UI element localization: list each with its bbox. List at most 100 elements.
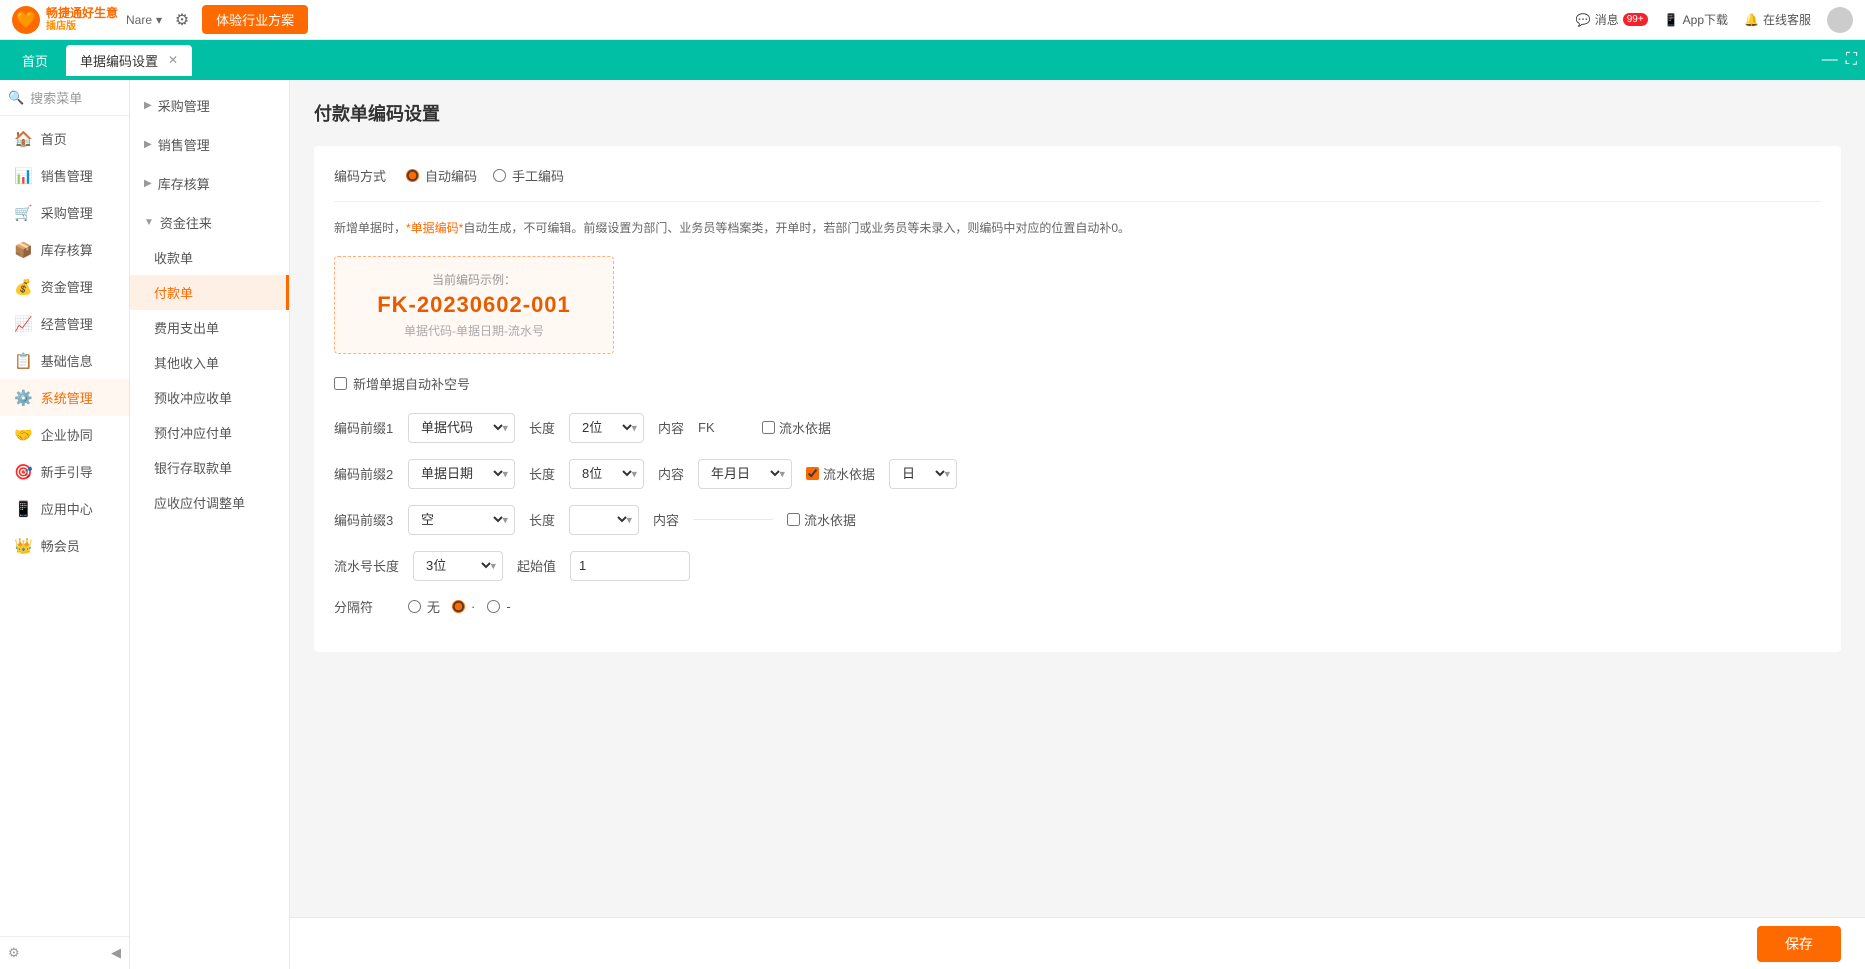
sidebar-item-sales[interactable]: 📊 销售管理	[0, 157, 129, 194]
collapse-icon[interactable]: ◀	[111, 945, 121, 961]
sub-item-payment[interactable]: 付款单	[130, 275, 289, 310]
sub-item-advance-receivable[interactable]: 预收冲应收单	[130, 380, 289, 415]
arrow-right-icon2: ▶	[144, 139, 152, 150]
sidebar-item-inventory[interactable]: 📦 库存核算	[0, 231, 129, 268]
sub-item-other-income[interactable]: 其他收入单	[130, 345, 289, 380]
manual-encode-option[interactable]: 手工编码	[493, 166, 564, 185]
auto-encode-radio[interactable]	[406, 169, 419, 182]
message-badge: 99+	[1623, 13, 1648, 26]
auto-fill-checkbox[interactable]	[334, 377, 347, 390]
settings-icon[interactable]: ⚙	[8, 945, 20, 961]
manual-encode-radio[interactable]	[493, 169, 506, 182]
sub-group-inventory-header[interactable]: ▶ 库存核算	[130, 166, 289, 201]
experience-button[interactable]: 体验行业方案	[202, 5, 308, 34]
prefix1-select[interactable]: 单据代码 部门 业务员 空	[417, 419, 506, 436]
topbar-dropdown[interactable]: Nare ▾	[126, 13, 162, 27]
finance-icon: 💰	[14, 278, 33, 296]
sep-none-option[interactable]: 无	[408, 597, 440, 616]
separator-options: 无 · -	[408, 597, 511, 616]
start-value-input[interactable]	[570, 551, 690, 581]
tab-close-icon[interactable]: ✕	[168, 53, 178, 67]
prefix1-stream-checkbox-label[interactable]: 流水依据	[762, 418, 831, 437]
day-select-wrapper[interactable]: 日 月 年	[889, 459, 957, 489]
apps-icon: 📱	[14, 500, 33, 518]
tab-serial-settings[interactable]: 单据编码设置 ✕	[66, 45, 192, 76]
gear-icon[interactable]: ⚙	[170, 8, 194, 32]
example-label: 当前编码示例：	[355, 271, 593, 288]
prefix2-length-select-wrapper[interactable]: 8位 6位 7位	[569, 459, 644, 489]
sidebar-item-newbie[interactable]: 🎯 新手引导	[0, 453, 129, 490]
prefix1-length-select[interactable]: 2位 3位 4位	[578, 419, 635, 436]
sep-hyphen-label: -	[506, 599, 510, 614]
topbar-left: 🧡 畅捷通好生意 插店版 Nare ▾ ⚙ 体验行业方案	[12, 5, 308, 34]
info-text: 新增单据时，*单据编码*自动生成，不可编辑。前缀设置为部门、业务员等档案类，开单…	[334, 218, 1821, 240]
sub-group-purchase-header[interactable]: ▶ 采购管理	[130, 88, 289, 123]
sep-hyphen-option[interactable]: -	[487, 599, 510, 614]
prefix2-stream-checkbox[interactable]	[806, 467, 819, 480]
message-item[interactable]: 💬 消息 99+	[1576, 11, 1648, 28]
prefix1-length-select-wrapper[interactable]: 2位 3位 4位	[569, 413, 644, 443]
tabbar-expand-icon[interactable]: ⛶	[1846, 51, 1857, 69]
bottom-bar: 保存	[290, 917, 1865, 969]
sub-group-sales-label: 销售管理	[158, 135, 210, 154]
avatar[interactable]	[1827, 7, 1853, 33]
prefix2-length-select[interactable]: 8位 6位 7位	[578, 465, 635, 482]
sub-item-advance-payable[interactable]: 预付冲应付单	[130, 415, 289, 450]
auto-encode-option[interactable]: 自动编码	[406, 166, 477, 185]
prefix3-length-select[interactable]	[578, 511, 630, 528]
sidebar-item-company[interactable]: 🤝 企业协同	[0, 416, 129, 453]
serial-length-select-wrapper[interactable]: 3位 4位 5位 6位	[413, 551, 503, 581]
topbar-controls: Nare ▾ ⚙ 体验行业方案	[126, 5, 308, 34]
topbar-right: 💬 消息 99+ 📱 App下载 🔔 在线客服	[1576, 7, 1853, 33]
sidebar-item-system[interactable]: ⚙️ 系统管理	[0, 379, 129, 416]
save-button[interactable]: 保存	[1757, 926, 1841, 962]
sep-dot-radio[interactable]	[452, 600, 465, 613]
sidebar-item-system-label: 系统管理	[41, 388, 93, 407]
newbie-icon: 🎯	[14, 463, 33, 481]
prefix3-stream-label: 流水依据	[804, 510, 856, 529]
sidebar-search[interactable]: 🔍 搜索菜单	[0, 80, 129, 116]
sep-hyphen-radio[interactable]	[487, 600, 500, 613]
sub-item-receipt[interactable]: 收款单	[130, 240, 289, 275]
prefix3-content-label: 内容	[653, 510, 679, 529]
sub-item-bank-deposit[interactable]: 银行存取款单	[130, 450, 289, 485]
prefix1-stream-checkbox[interactable]	[762, 421, 775, 434]
sidebar-item-operations-label: 经营管理	[41, 314, 93, 333]
prefix2-select-wrapper[interactable]: 单据日期 部门 业务员 空	[408, 459, 515, 489]
prefix3-select[interactable]: 空 单据代码 部门 业务员	[417, 511, 506, 528]
prefix3-stream-checkbox[interactable]	[787, 513, 800, 526]
prefix2-stream-checkbox-label[interactable]: 流水依据	[806, 464, 875, 483]
prefix3-stream-checkbox-label[interactable]: 流水依据	[787, 510, 856, 529]
sub-item-expense[interactable]: 费用支出单	[130, 310, 289, 345]
prefix3-select-wrapper[interactable]: 空 单据代码 部门 业务员	[408, 505, 515, 535]
tabbar-minimize-icon[interactable]: —	[1822, 51, 1838, 69]
sidebar-item-apps[interactable]: 📱 应用中心	[0, 490, 129, 527]
message-icon: 💬	[1576, 13, 1591, 27]
sep-dot-option[interactable]: ·	[452, 599, 475, 614]
app-download-item[interactable]: 📱 App下载	[1664, 11, 1728, 28]
sub-group-capital-header[interactable]: ▼ 资金往来	[130, 205, 289, 240]
prefix2-length-label: 长度	[529, 464, 555, 483]
tab-home[interactable]: 首页	[8, 45, 62, 76]
day-select[interactable]: 日 月 年	[898, 465, 948, 482]
sub-group-sales-header[interactable]: ▶ 销售管理	[130, 127, 289, 162]
sidebar-item-member-label: 畅会员	[41, 536, 80, 555]
serial-length-select[interactable]: 3位 4位 5位 6位	[422, 557, 494, 574]
prefix3-length-select-wrapper[interactable]	[569, 505, 639, 535]
sidebar-item-home[interactable]: 🏠 首页	[0, 120, 129, 157]
online-service-item[interactable]: 🔔 在线客服	[1744, 11, 1811, 28]
sidebar-item-apps-label: 应用中心	[41, 499, 93, 518]
sub-item-payable-adjust[interactable]: 应收应付调整单	[130, 485, 289, 520]
prefix2-content-select-wrapper[interactable]: 年月日 年月 年	[698, 459, 792, 489]
example-code: FK-20230602-001	[355, 292, 593, 318]
sidebar-item-member[interactable]: 👑 畅会员	[0, 527, 129, 564]
sep-none-radio[interactable]	[408, 600, 421, 613]
sidebar-item-basic[interactable]: 📋 基础信息	[0, 342, 129, 379]
prefix2-select[interactable]: 单据日期 部门 业务员 空	[417, 465, 506, 482]
prefix1-content-value: FK	[698, 420, 748, 435]
sidebar-item-purchase[interactable]: 🛒 采购管理	[0, 194, 129, 231]
prefix1-select-wrapper[interactable]: 单据代码 部门 业务员 空	[408, 413, 515, 443]
sidebar-item-operations[interactable]: 📈 经营管理	[0, 305, 129, 342]
prefix2-content-select[interactable]: 年月日 年月 年	[707, 465, 783, 482]
sidebar-item-finance[interactable]: 💰 资金管理	[0, 268, 129, 305]
